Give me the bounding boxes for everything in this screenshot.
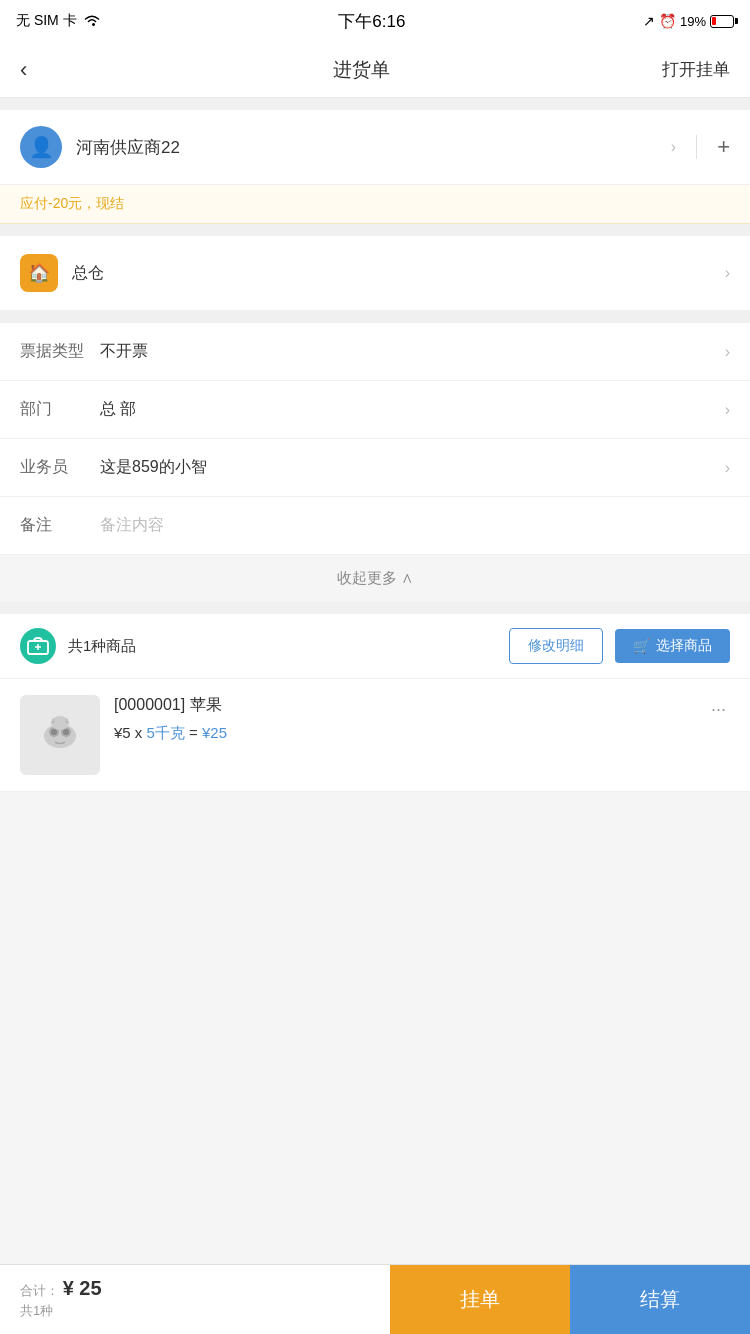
salesperson-row[interactable]: 业务员 这是859的小智 ›: [0, 439, 750, 497]
product-thumbnail: [20, 695, 100, 775]
supplier-divider: [696, 135, 697, 159]
warehouse-arrow-icon: ›: [725, 264, 730, 282]
hang-button[interactable]: 挂单: [390, 1265, 570, 1334]
checkout-button[interactable]: 结算: [570, 1265, 750, 1334]
product-total-price: ¥25: [202, 724, 227, 741]
supplier-section: 👤 河南供应商22 › + 应付-20元，现结: [0, 110, 750, 224]
collapse-more-button[interactable]: 收起更多 ∧: [0, 555, 750, 602]
location-icon: ↗: [643, 13, 655, 29]
section-gap-1: [0, 98, 750, 110]
salesperson-label: 业务员: [20, 457, 100, 478]
svg-point-7: [63, 729, 69, 735]
footer-amount: ¥ 25: [63, 1277, 102, 1299]
invoice-row[interactable]: 票据类型 不开票 ›: [0, 323, 750, 381]
product-code: [0000001]: [114, 696, 190, 713]
select-product-label: 选择商品: [656, 637, 712, 655]
footer-total: 合计： ¥ 25 共1种: [0, 1277, 390, 1322]
alarm-icon: ⏰: [659, 13, 676, 29]
supplier-add-button[interactable]: +: [717, 134, 730, 160]
wifi-icon: [83, 13, 101, 30]
product-info: [0000001] 苹果 ¥5 x 5千克 = ¥25: [114, 695, 707, 743]
product-section-icon: [20, 628, 56, 664]
warehouse-icon: 🏠: [20, 254, 58, 292]
salesperson-value: 这是859的小智: [100, 457, 725, 478]
cart-icon: 🛒: [633, 638, 650, 654]
supplier-avatar: 👤: [20, 126, 62, 168]
warehouse-name: 总仓: [72, 263, 725, 284]
collapse-label: 收起更多 ∧: [337, 569, 413, 586]
product-count-label: 共1种商品: [68, 637, 497, 656]
svg-point-6: [51, 729, 57, 735]
department-value: 总 部: [100, 399, 725, 420]
open-pending-button[interactable]: 打开挂单: [662, 58, 730, 81]
select-product-button[interactable]: 🛒 选择商品: [615, 629, 730, 663]
product-item: [0000001] 苹果 ¥5 x 5千克 = ¥25 ···: [0, 679, 750, 792]
notice-banner: 应付-20元，现结: [0, 185, 750, 224]
product-thumb-owl-icon: [35, 706, 85, 764]
product-menu-button[interactable]: ···: [707, 695, 730, 724]
footer-spacer: [0, 792, 750, 862]
supplier-arrow-icon: ›: [671, 138, 676, 156]
battery-icon: [710, 15, 734, 28]
status-bar: 无 SIM 卡 下午6:16 ↗ ⏰ 19%: [0, 0, 750, 42]
warehouse-section: 🏠 总仓 ›: [0, 236, 750, 311]
footer: 合计： ¥ 25 共1种 挂单 结算: [0, 1264, 750, 1334]
section-gap-3: [0, 311, 750, 323]
back-button[interactable]: ‹: [20, 57, 60, 83]
avatar-icon: 👤: [29, 135, 54, 159]
remark-placeholder: 备注内容: [100, 515, 730, 536]
footer-total-label: 合计： ¥ 25: [20, 1277, 370, 1300]
department-arrow-icon: ›: [725, 401, 730, 419]
product-name: [0000001] 苹果: [114, 695, 707, 716]
nav-bar: ‹ 进货单 打开挂单: [0, 42, 750, 98]
warehouse-row[interactable]: 🏠 总仓 ›: [0, 236, 750, 311]
department-label: 部门: [20, 399, 100, 420]
section-gap-2: [0, 224, 750, 236]
product-equals: =: [189, 724, 202, 741]
supplier-row[interactable]: 👤 河南供应商22 › +: [0, 110, 750, 185]
edit-detail-button[interactable]: 修改明细: [509, 628, 603, 664]
page-title: 进货单: [333, 57, 390, 83]
status-left: 无 SIM 卡: [16, 12, 101, 30]
department-row[interactable]: 部门 总 部 ›: [0, 381, 750, 439]
form-section: 票据类型 不开票 › 部门 总 部 › 业务员 这是859的小智 › 备注 备注…: [0, 323, 750, 555]
supplier-name: 河南供应商22: [76, 136, 671, 159]
product-price: ¥5 x 5千克 = ¥25: [114, 724, 707, 743]
salesperson-arrow-icon: ›: [725, 459, 730, 477]
remark-row[interactable]: 备注 备注内容: [0, 497, 750, 555]
status-right: ↗ ⏰ 19%: [643, 13, 734, 29]
battery-percent: 19%: [680, 14, 706, 29]
footer-count-label: 共1种: [20, 1302, 370, 1320]
invoice-arrow-icon: ›: [725, 343, 730, 361]
product-header: 共1种商品 修改明细 🛒 选择商品: [0, 614, 750, 679]
notice-text: 应付-20元，现结: [20, 195, 124, 211]
product-title: 苹果: [190, 696, 222, 713]
product-unit-price: ¥5 x: [114, 724, 147, 741]
product-quantity: 5千克: [147, 724, 185, 741]
invoice-value: 不开票: [100, 341, 725, 362]
carrier-text: 无 SIM 卡: [16, 12, 77, 30]
invoice-label: 票据类型: [20, 341, 100, 362]
status-time: 下午6:16: [338, 10, 405, 33]
remark-label: 备注: [20, 515, 100, 536]
section-gap-4: [0, 602, 750, 614]
